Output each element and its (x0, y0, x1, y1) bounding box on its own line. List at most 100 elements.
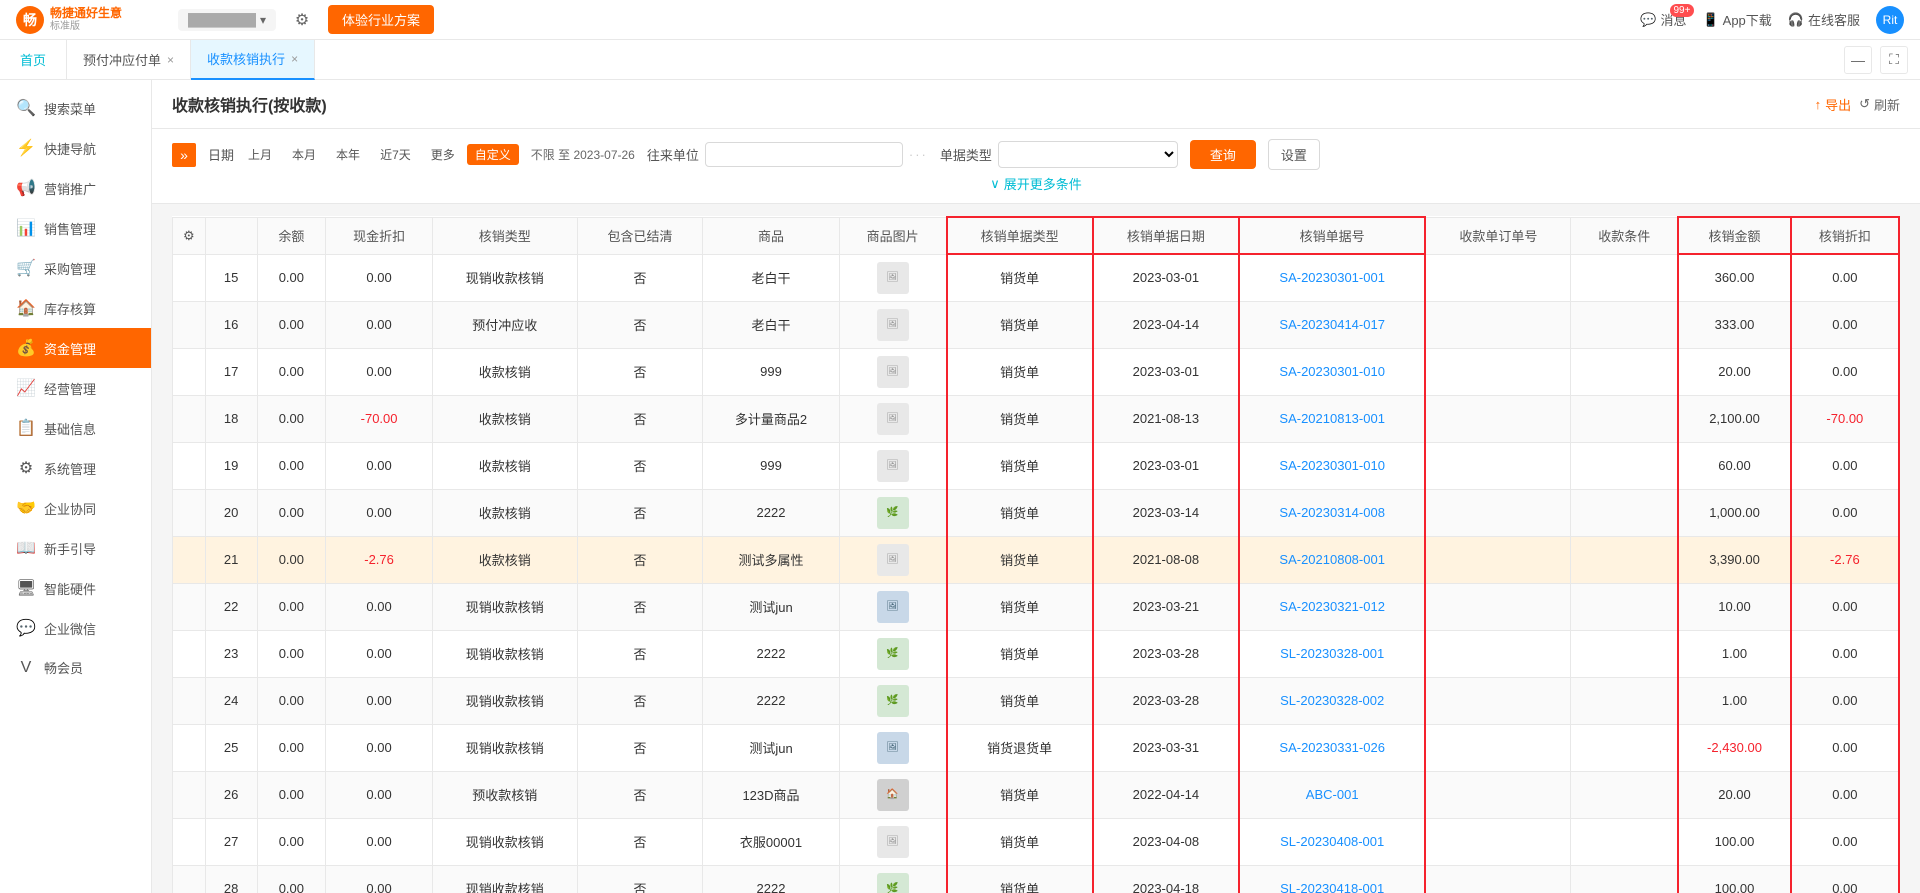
cell-verify-amount: 2,100.00 (1678, 395, 1790, 442)
cell-settings (173, 865, 206, 893)
sidebar-item-purchase[interactable]: 🛒 采购管理 (0, 248, 151, 288)
this-year-btn[interactable]: 本年 (328, 144, 368, 165)
sidebar-item-basic-info[interactable]: 📋 基础信息 (0, 408, 151, 448)
cell-verify-doc-date: 2023-03-01 (1093, 442, 1239, 489)
tab-prepay[interactable]: 预付冲应付单 × (67, 40, 191, 80)
online-service-button[interactable]: 🎧 在线客服 (1788, 10, 1860, 29)
cell-verify-doc-date: 2023-03-01 (1093, 348, 1239, 395)
cell-settings (173, 818, 206, 865)
sidebar-item-system[interactable]: ⚙ 系统管理 (0, 448, 151, 488)
company-selector[interactable]: ████████ ▾ (178, 9, 276, 31)
sidebar-item-finance[interactable]: 💰 资金管理 (0, 328, 151, 368)
doc-no-link[interactable]: SL-20230328-002 (1280, 693, 1384, 708)
custom-date-btn[interactable]: 自定义 (467, 144, 519, 165)
date-label: 日期 (208, 145, 234, 164)
expand-filter-button[interactable]: » (172, 143, 196, 167)
doc-no-link[interactable]: SA-20230321-012 (1279, 599, 1385, 614)
sidebar-item-hardware[interactable]: 🖥 智能硬件 (0, 568, 151, 608)
cell-receipt-condition (1571, 442, 1678, 489)
col-verify-amount: 核销金额 (1678, 217, 1790, 254)
tab-close-prepay[interactable]: × (167, 53, 174, 67)
table-container: ⚙ 余额 现金折扣 核销类型 包含已结清 商品 商品图片 核销单据类型 核销单据… (152, 204, 1920, 893)
refresh-button[interactable]: ↺ 刷新 (1859, 95, 1900, 114)
doc-no-link[interactable]: SA-20230414-017 (1279, 317, 1385, 332)
cell-verify-type: 预收款核销 (432, 771, 577, 818)
cell-verify-doc-date: 2023-03-01 (1093, 254, 1239, 301)
doc-no-link[interactable]: SA-20230301-010 (1279, 364, 1385, 379)
last7-btn[interactable]: 近7天 (372, 144, 419, 165)
cell-verify-doc-date: 2023-04-14 (1093, 301, 1239, 348)
doc-no-link[interactable]: SA-20230331-026 (1279, 740, 1385, 755)
more-date-btn[interactable]: 更多 (423, 144, 463, 165)
settings-button[interactable]: 设置 (1268, 139, 1320, 170)
from-unit-group: 往来单位 ··· (647, 142, 928, 167)
cell-verify-doc-type: 销货单 (947, 771, 1093, 818)
sidebar-item-wechat[interactable]: 💬 企业微信 (0, 608, 151, 648)
table-row: 17 0.00 0.00 收款核销 否 999 🖼 销货单 2023-03-01… (173, 348, 1900, 395)
cell-verify-doc-type: 销货单 (947, 301, 1093, 348)
doc-no-link[interactable]: SL-20230408-001 (1280, 834, 1384, 849)
tab-maximize-button[interactable]: ⛶ (1880, 46, 1908, 74)
tab-minimize-button[interactable]: — (1844, 46, 1872, 74)
tab-receipt-verify[interactable]: 收款核销执行 × (191, 40, 315, 80)
sidebar-item-shortcut[interactable]: ⚡ 快捷导航 (0, 128, 151, 168)
enterprise-collab-icon: 🤝 (16, 498, 36, 518)
doc-no-link[interactable]: SA-20230314-008 (1279, 505, 1385, 520)
doc-no-link[interactable]: SA-20210813-001 (1279, 411, 1385, 426)
col-verify-doc-no: 核销单据号 (1239, 217, 1425, 254)
cell-included-settled: 否 (577, 395, 703, 442)
cell-verify-doc-no: SA-20210808-001 (1239, 536, 1425, 583)
sidebar-item-guide[interactable]: 📖 新手引导 (0, 528, 151, 568)
cell-goods: 999 (703, 348, 839, 395)
cell-num: 22 (205, 583, 257, 630)
query-button[interactable]: 查询 (1190, 140, 1256, 169)
hardware-icon: 🖥 (16, 578, 36, 598)
cell-receipt-order-no (1425, 630, 1570, 677)
app-download-button[interactable]: 📱 App下载 (1702, 10, 1771, 29)
cell-receipt-order-no (1425, 865, 1570, 893)
tab-home[interactable]: 首页 (0, 40, 67, 80)
cell-balance: 0.00 (257, 724, 326, 771)
cell-receipt-condition (1571, 724, 1678, 771)
doc-no-link[interactable]: SA-20230301-001 (1279, 270, 1385, 285)
from-unit-input[interactable] (705, 142, 903, 167)
cell-receipt-condition (1571, 489, 1678, 536)
export-button[interactable]: ↑ 导出 (1815, 95, 1852, 114)
doc-no-link[interactable]: SL-20230418-001 (1280, 881, 1384, 893)
cell-balance: 0.00 (257, 818, 326, 865)
cell-balance: 0.00 (257, 583, 326, 630)
service-icon: 🎧 (1788, 12, 1804, 28)
user-avatar[interactable]: Rit (1876, 6, 1904, 34)
this-month-btn[interactable]: 本月 (284, 144, 324, 165)
sidebar-item-operations[interactable]: 📈 经营管理 (0, 368, 151, 408)
message-button[interactable]: 💬 消息 99+ (1640, 10, 1686, 29)
sidebar-item-sales[interactable]: 📊 销售管理 (0, 208, 151, 248)
purchase-icon: 🛒 (16, 258, 36, 278)
sidebar-item-search[interactable]: 🔍 搜索菜单 (0, 88, 151, 128)
cell-verify-discount: 0.00 (1791, 489, 1899, 536)
company-name: ████████ (188, 13, 256, 27)
doc-no-link[interactable]: ABC-001 (1306, 787, 1359, 802)
cell-verify-discount: 0.00 (1791, 677, 1899, 724)
trial-button[interactable]: 体验行业方案 (328, 5, 434, 34)
cell-goods-img: 🏠 (839, 771, 946, 818)
cell-verify-doc-date: 2021-08-13 (1093, 395, 1239, 442)
last-month-btn[interactable]: 上月 (240, 144, 280, 165)
cell-verify-amount: 10.00 (1678, 583, 1790, 630)
doc-no-link[interactable]: SL-20230328-001 (1280, 646, 1384, 661)
sidebar-item-inventory[interactable]: 🏠 库存核算 (0, 288, 151, 328)
sidebar-item-vip[interactable]: V 畅会员 (0, 648, 151, 687)
doc-no-link[interactable]: SA-20230301-010 (1279, 458, 1385, 473)
cell-cash-discount: 0.00 (326, 583, 433, 630)
expand-more-conditions[interactable]: ∨ 展开更多条件 (172, 174, 1900, 193)
cell-verify-type: 现销收款核销 (432, 677, 577, 724)
sidebar-item-marketing[interactable]: 📢 营销推广 (0, 168, 151, 208)
cell-verify-type: 收款核销 (432, 442, 577, 489)
gear-button[interactable]: ⚙ (288, 6, 316, 34)
cell-balance: 0.00 (257, 301, 326, 348)
filter-dots: ··· (909, 147, 928, 162)
sidebar-item-enterprise-collab[interactable]: 🤝 企业协同 (0, 488, 151, 528)
doc-type-select[interactable] (998, 141, 1178, 168)
doc-no-link[interactable]: SA-20210808-001 (1279, 552, 1385, 567)
tab-close-receipt[interactable]: × (291, 52, 298, 66)
